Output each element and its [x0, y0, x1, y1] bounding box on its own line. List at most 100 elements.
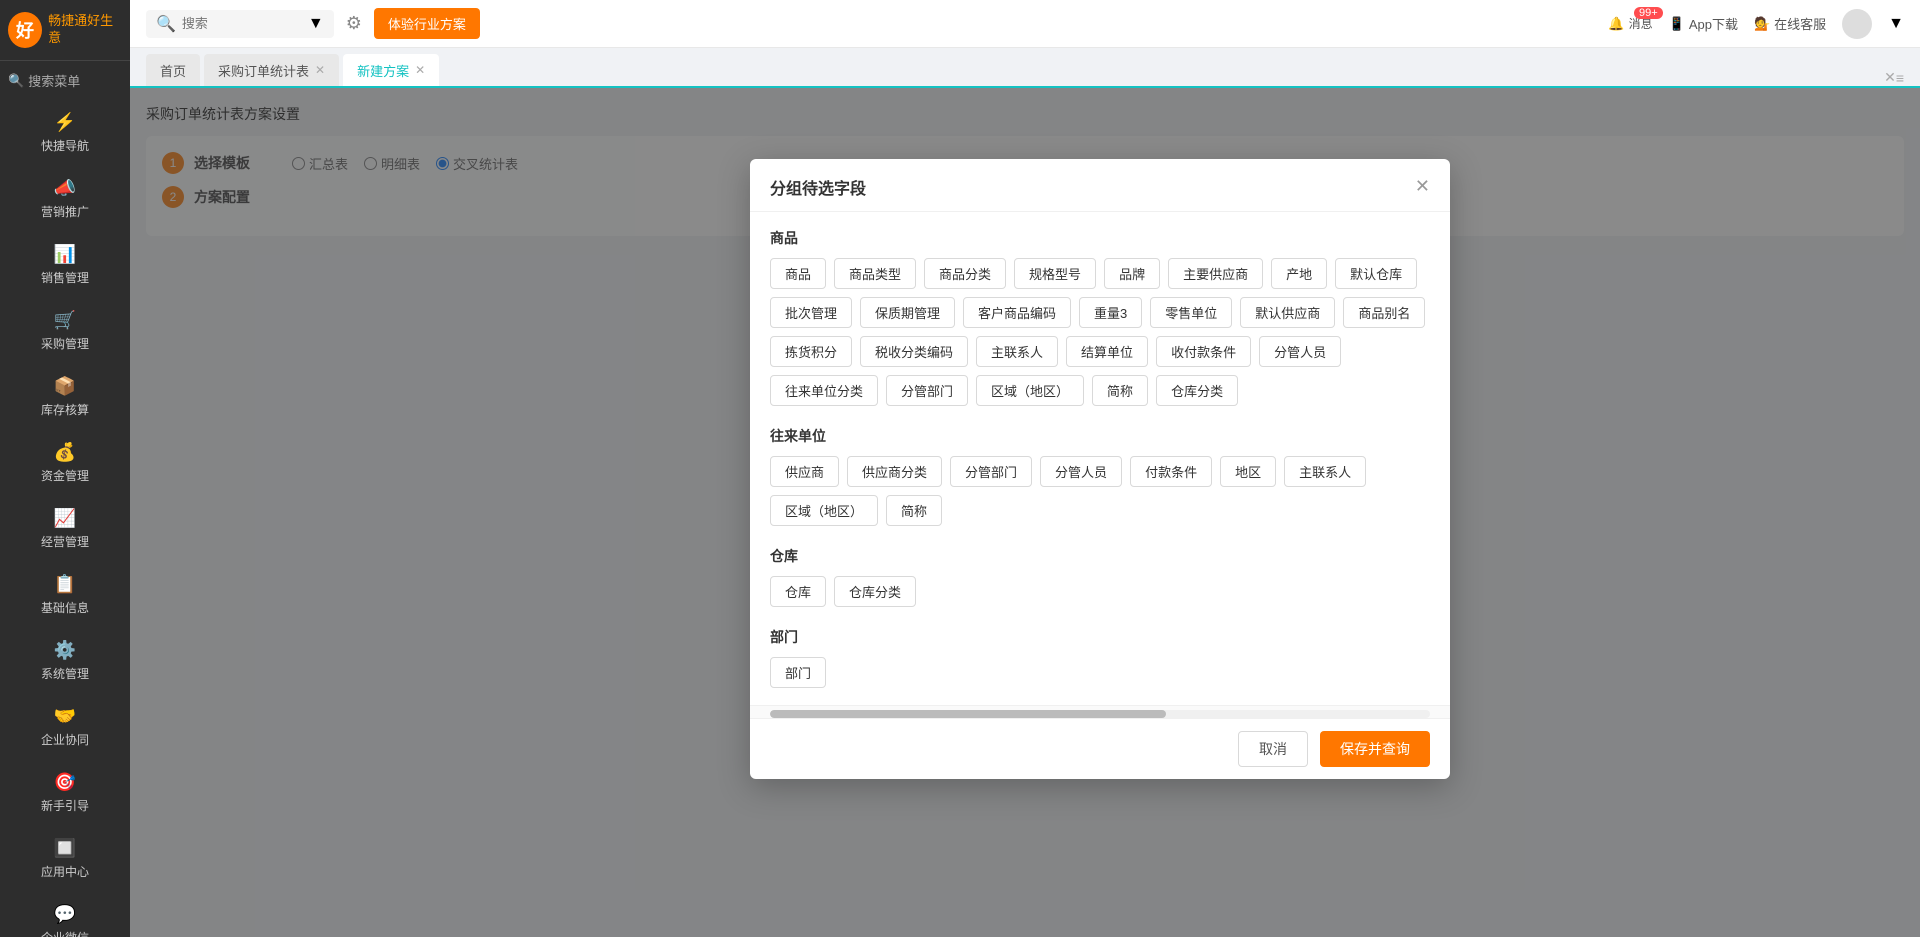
inventory-icon: 📦 — [54, 376, 76, 397]
field-tag-1-3[interactable]: 分管人员 — [1040, 456, 1122, 487]
sidebar-logo: 好 畅捷通好生意 — [0, 0, 130, 61]
field-tag-0-20[interactable]: 分管人员 — [1259, 336, 1341, 367]
avatar[interactable] — [1842, 9, 1872, 39]
field-tag-0-5[interactable]: 主要供应商 — [1168, 258, 1263, 289]
header-chevron-icon: ▼ — [1888, 15, 1904, 33]
sidebar-item-label: 营销推广 — [41, 203, 89, 220]
field-tag-1-7[interactable]: 区域（地区） — [770, 495, 878, 526]
sidebar-item-app-center[interactable]: 🔲 应用中心 — [0, 826, 130, 892]
field-tag-0-14[interactable]: 商品别名 — [1343, 297, 1425, 328]
field-tag-0-15[interactable]: 拣货积分 — [770, 336, 852, 367]
header-dropdown-icon: ▼ — [308, 15, 324, 33]
header: 🔍 ▼ ⚙ 体验行业方案 🔔 99+ 消息 📱 App下载 💁 在线客服 ▼ — [130, 0, 1920, 48]
field-tag-0-9[interactable]: 保质期管理 — [860, 297, 955, 328]
field-tag-0-4[interactable]: 品牌 — [1104, 258, 1160, 289]
dialog-close-button[interactable]: ✕ — [1415, 176, 1430, 197]
sidebar-item-marketing[interactable]: 📣 营销推广 — [0, 166, 130, 232]
field-tag-1-5[interactable]: 地区 — [1220, 456, 1276, 487]
header-right: 🔔 99+ 消息 📱 App下载 💁 在线客服 ▼ — [1608, 9, 1904, 39]
field-tag-0-16[interactable]: 税收分类编码 — [860, 336, 968, 367]
field-tag-0-17[interactable]: 主联系人 — [976, 336, 1058, 367]
sidebar-item-quick-nav[interactable]: ⚡ 快捷导航 — [0, 100, 130, 166]
sidebar-search[interactable]: 🔍 搜索菜单 — [0, 61, 130, 100]
app-logo-icon: 好 — [8, 12, 42, 48]
sidebar-item-basic-info[interactable]: 📋 基础信息 — [0, 562, 130, 628]
field-tag-0-7[interactable]: 默认仓库 — [1335, 258, 1417, 289]
field-tag-1-8[interactable]: 简称 — [886, 495, 942, 526]
dialog-body[interactable]: 商品商品商品类型商品分类规格型号品牌主要供应商产地默认仓库批次管理保质期管理客户… — [750, 212, 1450, 705]
field-tag-0-12[interactable]: 零售单位 — [1150, 297, 1232, 328]
field-tag-0-1[interactable]: 商品类型 — [834, 258, 916, 289]
confirm-button[interactable]: 保存并查询 — [1320, 731, 1430, 767]
notifications-btn[interactable]: 🔔 99+ 消息 — [1608, 15, 1652, 32]
sidebar-item-label: 库存核算 — [41, 401, 89, 418]
field-tag-0-18[interactable]: 结算单位 — [1066, 336, 1148, 367]
sidebar-item-operations[interactable]: 📈 经营管理 — [0, 496, 130, 562]
field-tag-1-6[interactable]: 主联系人 — [1284, 456, 1366, 487]
field-tag-0-25[interactable]: 仓库分类 — [1156, 375, 1238, 406]
tab-new-plan[interactable]: 新建方案 ✕ — [343, 54, 439, 86]
field-tag-0-2[interactable]: 商品分类 — [924, 258, 1006, 289]
sales-icon: 📊 — [54, 244, 76, 265]
field-tag-0-13[interactable]: 默认供应商 — [1240, 297, 1335, 328]
sidebar-item-purchase[interactable]: 🛒 采购管理 — [0, 298, 130, 364]
field-tag-0-3[interactable]: 规格型号 — [1014, 258, 1096, 289]
header-search-icon: 🔍 — [156, 14, 176, 34]
field-tags-3: 部门 — [770, 657, 1430, 688]
field-tag-0-19[interactable]: 收付款条件 — [1156, 336, 1251, 367]
sidebar-item-finance[interactable]: 💰 资金管理 — [0, 430, 130, 496]
field-tag-0-6[interactable]: 产地 — [1271, 258, 1327, 289]
cancel-button[interactable]: 取消 — [1238, 731, 1308, 767]
sidebar-item-guide[interactable]: 🎯 新手引导 — [0, 760, 130, 826]
tab-close-new-plan[interactable]: ✕ — [415, 63, 425, 77]
search-input[interactable] — [182, 16, 302, 31]
field-tag-0-0[interactable]: 商品 — [770, 258, 826, 289]
field-tag-1-4[interactable]: 付款条件 — [1130, 456, 1212, 487]
app-name: 畅捷通好生意 — [48, 13, 122, 47]
field-tag-0-21[interactable]: 往来单位分类 — [770, 375, 878, 406]
field-tag-0-11[interactable]: 重量3 — [1079, 297, 1142, 328]
field-section-title-1: 往来单位 — [770, 426, 1430, 446]
sidebar-item-cooperation[interactable]: 🤝 企业协同 — [0, 694, 130, 760]
field-tag-1-1[interactable]: 供应商分类 — [847, 456, 942, 487]
field-tag-1-0[interactable]: 供应商 — [770, 456, 839, 487]
field-tag-0-23[interactable]: 区域（地区） — [976, 375, 1084, 406]
sidebar-item-wechat[interactable]: 💬 企业微信 — [0, 892, 130, 937]
tab-home[interactable]: 首页 — [146, 54, 200, 86]
online-service-btn[interactable]: 💁 在线客服 — [1754, 14, 1826, 33]
purchase-icon: 🛒 — [54, 310, 76, 331]
tab-close-all[interactable]: ✕ — [1884, 69, 1896, 86]
sidebar-item-sales[interactable]: 📊 销售管理 — [0, 232, 130, 298]
marketing-icon: 📣 — [54, 178, 76, 199]
field-tag-2-1[interactable]: 仓库分类 — [834, 576, 916, 607]
app-download-label: App下载 — [1689, 14, 1738, 33]
field-section-title-2: 仓库 — [770, 546, 1430, 566]
guide-icon: 🎯 — [54, 772, 76, 793]
sidebar-item-label: 企业微信 — [41, 929, 89, 937]
dialog-header: 分组待选字段 ✕ — [750, 159, 1450, 212]
field-tag-1-2[interactable]: 分管部门 — [950, 456, 1032, 487]
field-tag-0-24[interactable]: 简称 — [1092, 375, 1148, 406]
sidebar-item-inventory[interactable]: 📦 库存核算 — [0, 364, 130, 430]
field-tag-0-10[interactable]: 客户商品编码 — [963, 297, 1071, 328]
sidebar: 好 畅捷通好生意 🔍 搜索菜单 ⚡ 快捷导航 📣 营销推广 📊 销售管理 🛒 采… — [0, 0, 130, 937]
tab-purchase-stats[interactable]: 采购订单统计表 ✕ — [204, 54, 339, 86]
field-tag-3-0[interactable]: 部门 — [770, 657, 826, 688]
header-search-box[interactable]: 🔍 ▼ — [146, 10, 334, 38]
experience-btn[interactable]: 体验行业方案 — [374, 8, 480, 39]
field-tag-0-8[interactable]: 批次管理 — [770, 297, 852, 328]
tab-close-purchase[interactable]: ✕ — [315, 63, 325, 77]
basic-info-icon: 📋 — [54, 574, 76, 595]
sidebar-item-label: 经营管理 — [41, 533, 89, 550]
app-center-icon: 🔲 — [54, 838, 76, 859]
search-icon: 🔍 — [8, 73, 24, 89]
header-settings-icon[interactable]: ⚙ — [346, 13, 362, 34]
field-tag-2-0[interactable]: 仓库 — [770, 576, 826, 607]
dialog-footer: 取消 保存并查询 — [750, 718, 1450, 779]
field-tag-0-22[interactable]: 分管部门 — [886, 375, 968, 406]
app-download-btn[interactable]: 📱 App下载 — [1669, 14, 1738, 33]
tab-more-icon[interactable]: ≡ — [1896, 70, 1904, 86]
sidebar-item-system[interactable]: ⚙️ 系统管理 — [0, 628, 130, 694]
sidebar-item-label: 企业协同 — [41, 731, 89, 748]
field-selector-dialog: 分组待选字段 ✕ 商品商品商品类型商品分类规格型号品牌主要供应商产地默认仓库批次… — [750, 159, 1450, 779]
